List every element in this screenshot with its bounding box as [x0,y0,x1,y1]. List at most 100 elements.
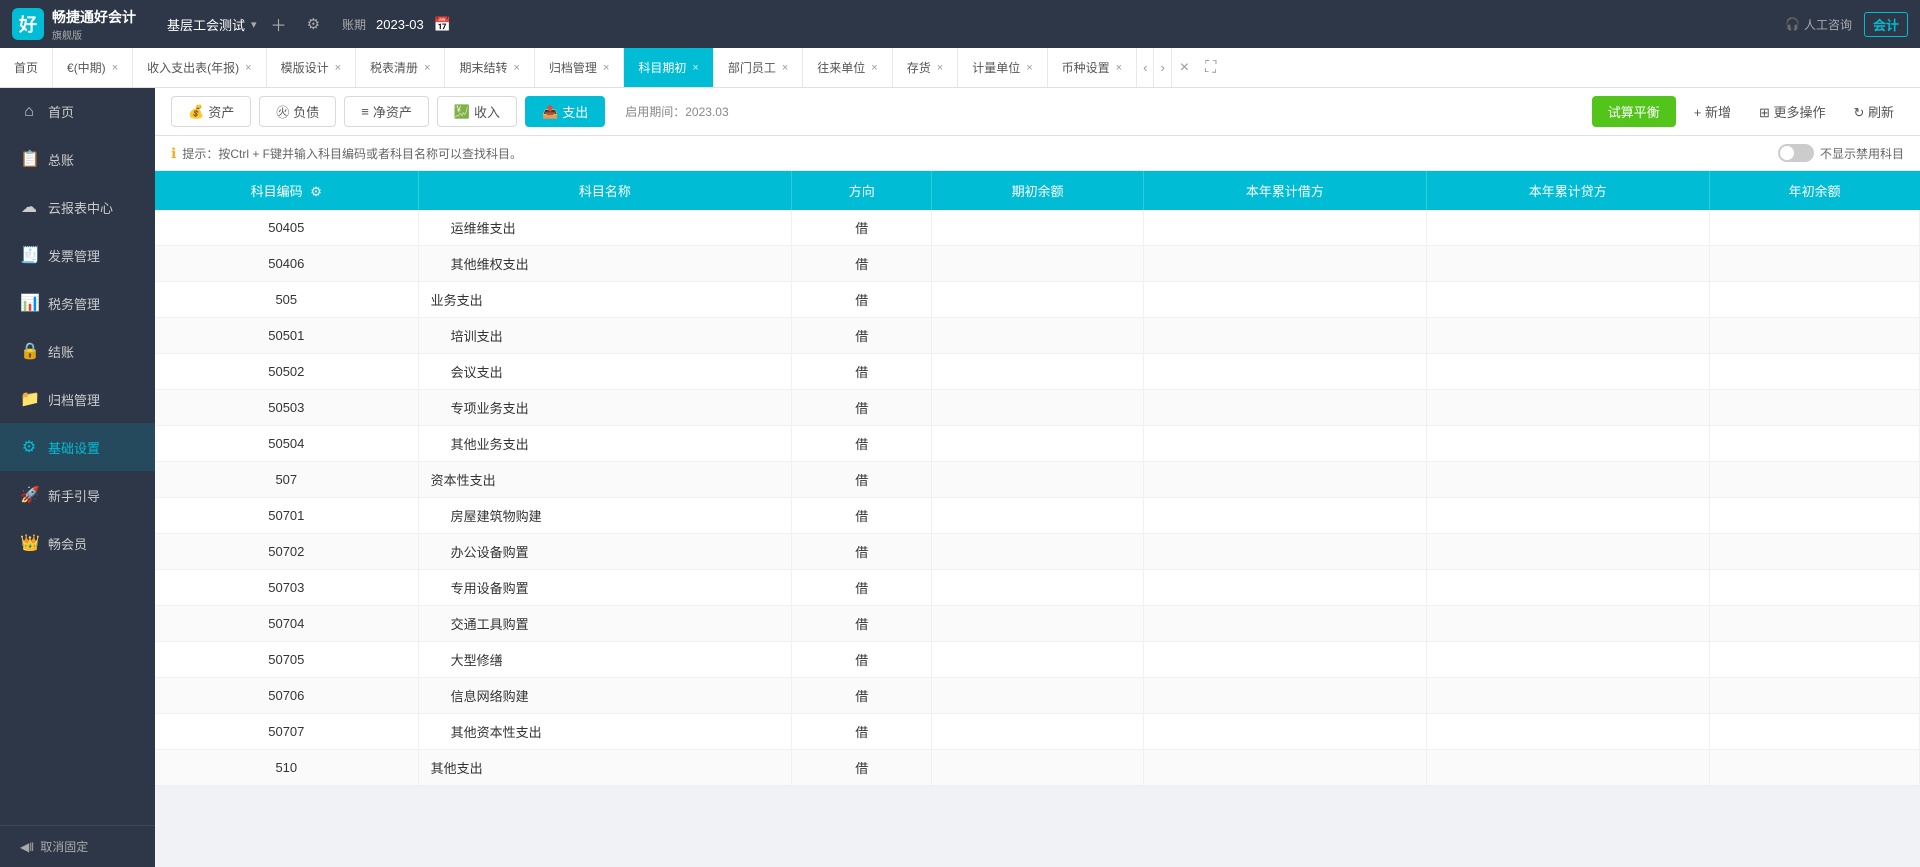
tab-period-close[interactable]: × [112,62,118,74]
expense-icon: 📤 [542,104,558,120]
calendar-icon[interactable]: 📅 [434,16,451,33]
balance-button[interactable]: 试算平衡 [1592,96,1676,127]
sidebar-item-closing[interactable]: 🔒 结账 [0,327,155,375]
sidebar-item-cloud-report[interactable]: ☁ 云报表中心 [0,183,155,231]
tab-archive[interactable]: 归档管理 × [535,48,624,87]
cell-period-balance [932,678,1144,714]
disabled-toggle[interactable] [1778,144,1814,162]
tab-subject-init[interactable]: 科目期初 × [624,48,713,87]
table-row[interactable]: 50703专用设备购置借 [155,570,1920,606]
sidebar-item-member[interactable]: 👑 畅会员 [0,519,155,567]
top-bar: 好 畅捷通好会计 旗舰版 基层工会测试 ▾ ＋ ⚙ 账期 2023-03 📅 🎧… [0,0,1920,48]
tab-inventory-close[interactable]: × [937,62,943,74]
cell-year-credit [1426,570,1709,606]
sidebar: ⌂ 首页 📋 总账 ☁ 云报表中心 🧾 发票管理 📊 税务管理 🔒 结账 📁 归… [0,88,155,867]
tab-yearend-close[interactable]: × [513,62,519,74]
more-actions-button[interactable]: ⊞ 更多操作 [1749,97,1836,126]
table-row[interactable]: 50503专项业务支出借 [155,390,1920,426]
cell-year-balance [1709,426,1919,462]
cell-name: 其他业务支出 [418,426,792,462]
tab-currency[interactable]: 币种设置 × [1048,48,1137,87]
table-row[interactable]: 50704交通工具购置借 [155,606,1920,642]
logo-area: 好 畅捷通好会计 旗舰版 [12,7,167,42]
tab-period[interactable]: €(中期) × [53,48,133,87]
table-row[interactable]: 50701房屋建筑物购建借 [155,498,1920,534]
user-role-badge[interactable]: 会计 [1864,12,1908,37]
cell-year-balance [1709,606,1919,642]
tab-income-report-close[interactable]: × [245,62,251,74]
settings-icon[interactable]: ⚙ [307,15,320,33]
tab-unit-label: 计量单位 [972,59,1020,76]
cell-code: 50503 [155,390,418,426]
subtab-expense-label: 支出 [562,102,588,121]
tab-department-close[interactable]: × [782,62,788,74]
tab-taxclear-close[interactable]: × [424,62,430,74]
tab-home[interactable]: 首页 [0,48,53,87]
table-row[interactable]: 50504其他业务支出借 [155,426,1920,462]
logo-sub: 旗舰版 [52,27,136,42]
tab-template-label: 模版设计 [281,59,329,76]
tab-nav-next[interactable]: › [1154,48,1171,87]
table-container: 科目编码 ⚙ 科目名称 方向 期初余额 本年累计借方 [155,171,1920,867]
tab-close-all-button[interactable]: × [1172,48,1197,87]
sidebar-tax-label: 税务管理 [48,294,100,313]
sidebar-item-archive[interactable]: 📁 归档管理 [0,375,155,423]
table-row[interactable]: 507资本性支出借 [155,462,1920,498]
table-row[interactable]: 50705大型修缮借 [155,642,1920,678]
cell-year-balance [1709,390,1919,426]
sidebar-item-ledger[interactable]: 📋 总账 [0,135,155,183]
cell-period-balance [932,642,1144,678]
cell-name: 专项业务支出 [418,390,792,426]
tab-template-close[interactable]: × [335,62,341,74]
content-area: 💰 资产 ㊋ 负债 ≡ 净资产 💹 收入 📤 支出 启用期间：2023.03 试 [155,88,1920,867]
table-row[interactable]: 50406其他维权支出借 [155,246,1920,282]
subtab-asset[interactable]: 💰 资产 [171,96,251,127]
tab-department[interactable]: 部门员工 × [714,48,803,87]
subtab-income[interactable]: 💹 收入 [437,96,517,127]
table-row[interactable]: 505业务支出借 [155,282,1920,318]
sidebar-item-tax[interactable]: 📊 税务管理 [0,279,155,327]
tab-expand-button[interactable]: ⛶ [1197,48,1224,87]
table-row[interactable]: 50501培训支出借 [155,318,1920,354]
support-button[interactable]: 🎧 人工咨询 [1785,16,1852,33]
tab-yearend[interactable]: 期末结转 × [445,48,534,87]
tab-inventory[interactable]: 存货 × [893,48,958,87]
sidebar-item-invoice[interactable]: 🧾 发票管理 [0,231,155,279]
subtab-net-asset[interactable]: ≡ 净资产 [344,96,429,127]
tab-taxclear[interactable]: 税表清册 × [356,48,445,87]
sidebar-item-home[interactable]: ⌂ 首页 [0,88,155,135]
tab-subject-init-close[interactable]: × [692,62,698,74]
add-company-button[interactable]: ＋ [271,12,287,36]
table-row[interactable]: 50702办公设备购置借 [155,534,1920,570]
sidebar-collapse-button[interactable]: ◀‖ 取消固定 [0,825,155,867]
subtab-net-asset-label: 净资产 [373,102,412,121]
tab-income-report[interactable]: 收入支出表(年报) × [133,48,266,87]
table-row[interactable]: 50706信息网络购建借 [155,678,1920,714]
logo-text: 畅捷通好会计 旗舰版 [52,7,136,42]
tab-unit[interactable]: 计量单位 × [958,48,1047,87]
sidebar-home-label: 首页 [48,102,74,121]
sidebar-basic-label: 基础设置 [48,438,100,457]
add-button[interactable]: + 新增 [1684,97,1741,126]
tab-currency-close[interactable]: × [1116,62,1122,74]
tab-archive-close[interactable]: × [603,62,609,74]
subtab-liability[interactable]: ㊋ 负债 [259,96,336,127]
company-dropdown-icon[interactable]: ▾ [251,18,257,31]
table-row[interactable]: 50707其他资本性支出借 [155,714,1920,750]
table-row[interactable]: 50405运维维支出借 [155,210,1920,246]
tab-contacts[interactable]: 往来单位 × [803,48,892,87]
tab-contacts-close[interactable]: × [871,62,877,74]
sidebar-item-basic[interactable]: ⚙ 基础设置 [0,423,155,471]
logo-icon: 好 [12,8,44,40]
tab-template[interactable]: 模版设计 × [267,48,356,87]
cell-period-balance [932,246,1144,282]
col-settings-icon[interactable]: ⚙ [310,184,322,200]
refresh-button[interactable]: ↻ 刷新 [1843,97,1904,126]
tab-nav-prev[interactable]: ‹ [1137,48,1154,87]
subtab-expense[interactable]: 📤 支出 [525,96,605,127]
sidebar-member-label: 畅会员 [48,534,87,553]
tab-unit-close[interactable]: × [1026,62,1032,74]
table-row[interactable]: 50502会议支出借 [155,354,1920,390]
table-row[interactable]: 510其他支出借 [155,750,1920,786]
sidebar-item-guide[interactable]: 🚀 新手引导 [0,471,155,519]
